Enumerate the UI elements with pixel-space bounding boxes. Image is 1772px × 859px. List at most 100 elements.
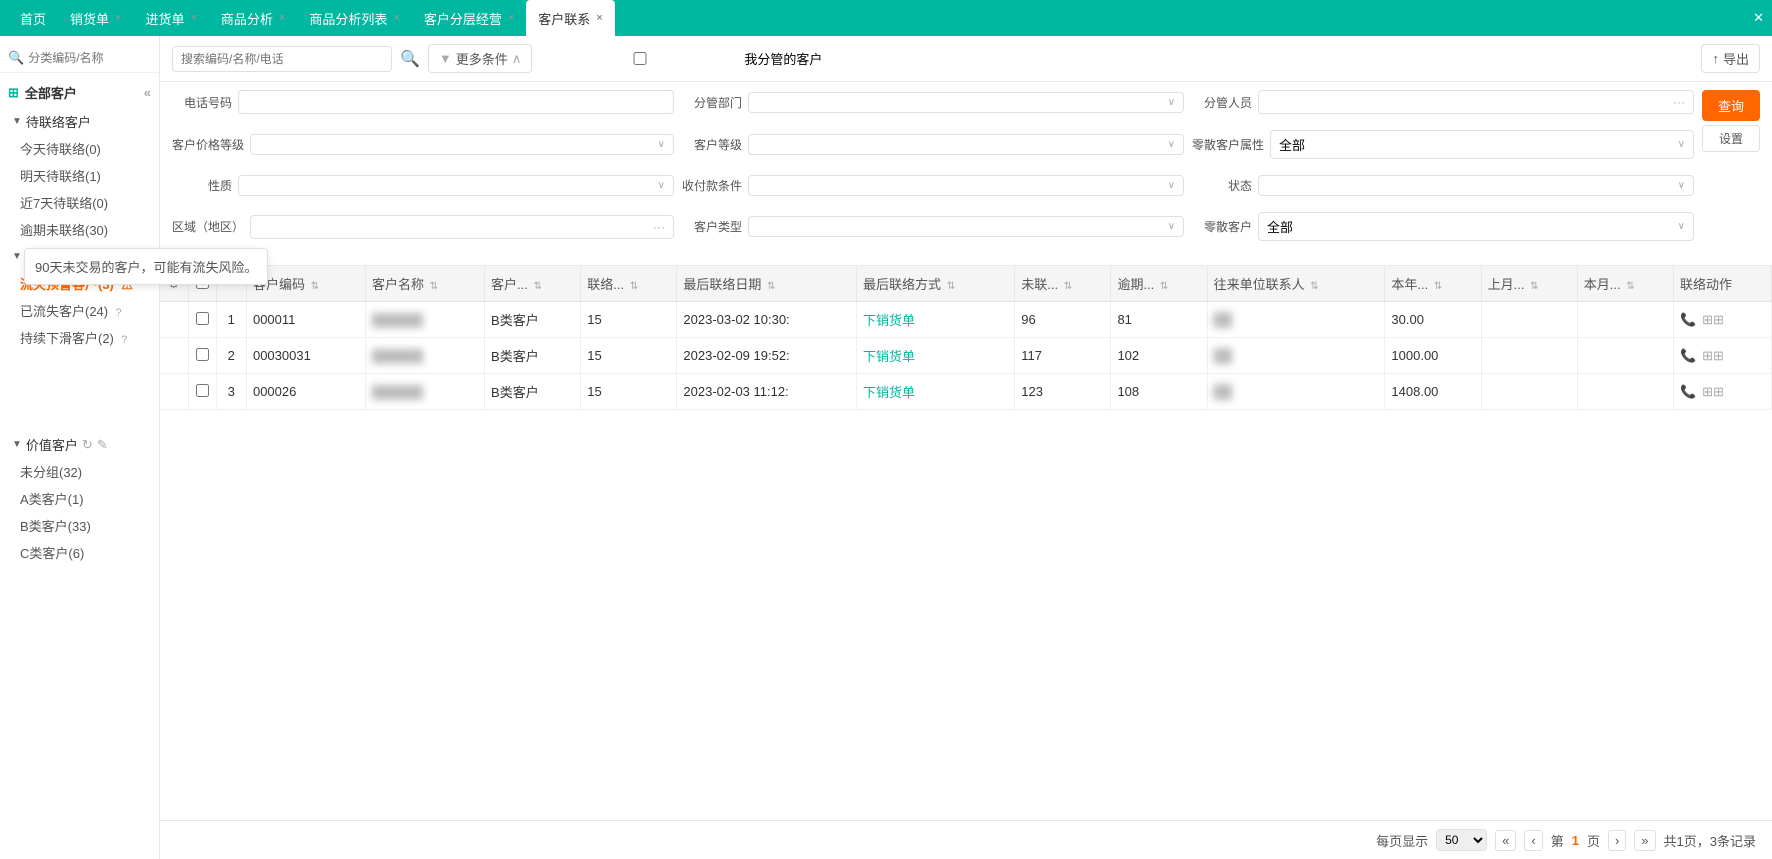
row-method-2[interactable]: 下销货单 — [857, 374, 1015, 410]
nav-item-purchase[interactable]: 进货单 × — [133, 0, 208, 36]
row-action-1[interactable]: 📞 ⊞⊞ — [1673, 338, 1771, 374]
price-grade-select[interactable]: ∨ — [250, 134, 674, 155]
action-phone-icon[interactable]: 📞 — [1680, 348, 1696, 364]
sidebar-item-declining[interactable]: 持续下滑客户(2) ? — [0, 324, 159, 351]
sidebar-item-today-pending[interactable]: 今天待联络(0) — [0, 135, 159, 162]
nav-item-sales[interactable]: 销货单 × — [58, 0, 133, 36]
filter-action-buttons: 查询 设置 — [1702, 90, 1760, 152]
edit-icon[interactable]: ✎ — [97, 437, 108, 453]
settings-button[interactable]: 设置 — [1702, 125, 1760, 152]
sidebar-item-unclassified[interactable]: 未分组(32) — [0, 458, 159, 485]
sidebar-item-tomorrow-pending[interactable]: 明天待联络(1) — [0, 162, 159, 189]
manager-dots[interactable]: ··· — [1258, 90, 1694, 114]
section-value-customers[interactable]: ▼ 价值客户 ↻ ✎ — [0, 431, 159, 458]
next-page-button[interactable]: › — [1608, 830, 1626, 851]
search-icon[interactable]: 🔍 — [400, 49, 420, 69]
close-customer-tier-icon[interactable]: × — [508, 12, 514, 24]
col-year-amount[interactable]: 本年... ⇅ — [1385, 266, 1481, 302]
sidebar-item-churned[interactable]: 已流失客户(24) ? — [0, 297, 159, 324]
nature-field: 性质 ∨ — [172, 175, 674, 196]
prev-page-button[interactable]: ‹ — [1524, 830, 1542, 851]
row-tmonth-1 — [1577, 338, 1673, 374]
sidebar-item-7days-pending[interactable]: 近7天待联络(0) — [0, 189, 159, 216]
my-customers-checkbox-label[interactable]: 我分管的客户 — [540, 49, 822, 68]
retail-customer-select[interactable]: 全部 ∨ — [1258, 212, 1694, 241]
more-conditions-button[interactable]: ▼ 更多条件 ∧ — [428, 44, 532, 73]
chevron-retail-icon: ∨ — [1678, 139, 1685, 150]
nature-select[interactable]: ∨ — [238, 175, 674, 196]
row-name-0: ██████ — [366, 302, 485, 338]
close-purchase-icon[interactable]: × — [190, 12, 196, 24]
col-grade[interactable]: 客户... ⇅ — [485, 266, 581, 302]
phone-input[interactable] — [238, 90, 674, 114]
action-more-icon[interactable]: ⊞⊞ — [1702, 312, 1724, 328]
customer-grade-select[interactable]: ∨ — [748, 134, 1184, 155]
nav-item-home[interactable]: 首页 — [8, 0, 58, 36]
row-method-0[interactable]: 下销货单 — [857, 302, 1015, 338]
col-contact-count[interactable]: 联络... ⇅ — [581, 266, 677, 302]
refresh-icon[interactable]: ↻ — [82, 437, 93, 453]
col-contact-person[interactable]: 往来单位联系人 ⇅ — [1207, 266, 1385, 302]
action-phone-icon[interactable]: 📞 — [1680, 384, 1696, 400]
status-select[interactable]: ∨ — [1258, 175, 1694, 196]
section-pending-contact[interactable]: ▼ 待联络客户 — [0, 108, 159, 135]
action-phone-icon[interactable]: 📞 — [1680, 312, 1696, 328]
sidebar-item-a-class[interactable]: A类客户(1) — [0, 485, 159, 512]
col-last-method[interactable]: 最后联络方式 ⇅ — [857, 266, 1015, 302]
row-settings-2 — [160, 374, 188, 410]
sidebar-search-input[interactable] — [28, 51, 151, 65]
customer-type-select[interactable]: ∨ — [748, 216, 1184, 237]
col-overdue[interactable]: 逾期... ⇅ — [1111, 266, 1207, 302]
close-product-analysis-icon[interactable]: × — [279, 12, 285, 24]
churn-tooltip: 90天未交易的客户，可能有流失风险。 — [24, 248, 160, 285]
sidebar-item-c-class[interactable]: C类客户(6) — [0, 539, 159, 566]
chevron-grade-icon: ∨ — [658, 139, 665, 150]
col-this-month[interactable]: 本月... ⇅ — [1577, 266, 1673, 302]
row-check-0[interactable] — [196, 312, 209, 325]
filter-row-2: 客户价格等级 ∨ 客户等级 ∨ — [172, 130, 1694, 159]
row-check-2[interactable] — [196, 384, 209, 397]
region-dots[interactable]: ··· — [250, 215, 674, 239]
customer-table-container: ⚙ 客户编码 ⇅ 客户名称 ⇅ — [160, 266, 1772, 820]
col-uncontacted[interactable]: 未联... ⇅ — [1015, 266, 1111, 302]
sidebar-all-customers[interactable]: ⊞ 全部客户 « — [0, 77, 159, 108]
row-action-0[interactable]: 📞 ⊞⊞ — [1673, 302, 1771, 338]
row-method-1[interactable]: 下销货单 — [857, 338, 1015, 374]
col-last-date[interactable]: 最后联络日期 ⇅ — [677, 266, 857, 302]
search-input[interactable] — [172, 46, 392, 72]
close-sales-icon[interactable]: × — [115, 12, 121, 24]
col-action: 联络动作 — [1673, 266, 1771, 302]
triangle-icon-3: ▼ — [12, 439, 22, 450]
sidebar-search-icon: 🔍 — [8, 50, 24, 66]
action-more-icon[interactable]: ⊞⊞ — [1702, 348, 1724, 364]
close-product-list-icon[interactable]: × — [393, 12, 399, 24]
close-all-button[interactable]: ✕ — [1753, 9, 1764, 27]
nav-item-customer-contact[interactable]: 客户联系 × — [526, 0, 614, 36]
row-person-2: ██ — [1207, 374, 1385, 410]
export-button[interactable]: ↑ 导出 — [1701, 44, 1760, 73]
sidebar: 🔍 ⊞ 全部客户 « ▼ 待联络客户 今天待联络(0) 明天待联络(1) 近7天… — [0, 36, 160, 859]
dept-select[interactable]: ∨ — [748, 92, 1184, 113]
nav-item-product-analysis[interactable]: 商品分析 × — [209, 0, 297, 36]
per-page-select[interactable]: 50 100 — [1436, 829, 1487, 851]
dept-field: 分管部门 ∨ — [682, 92, 1184, 113]
row-action-2[interactable]: 📞 ⊞⊞ — [1673, 374, 1771, 410]
action-more-icon[interactable]: ⊞⊞ — [1702, 384, 1724, 400]
nav-item-product-list[interactable]: 商品分析列表 × — [297, 0, 411, 36]
sort-date-icon: ⇅ — [767, 281, 775, 292]
sidebar-item-b-class[interactable]: B类客户(33) — [0, 512, 159, 539]
sort-grade-icon: ⇅ — [534, 281, 542, 292]
row-check-1[interactable] — [196, 348, 209, 361]
sidebar-item-overdue-contact[interactable]: 逾期未联络(30) — [0, 216, 159, 243]
payment-select[interactable]: ∨ — [748, 175, 1184, 196]
my-customers-checkbox[interactable] — [540, 52, 740, 65]
retail-attr-select[interactable]: 全部 ∨ — [1270, 130, 1694, 159]
col-name[interactable]: 客户名称 ⇅ — [366, 266, 485, 302]
close-customer-contact-icon[interactable]: × — [596, 12, 602, 24]
chevron-status-icon: ∨ — [1678, 180, 1685, 191]
query-button[interactable]: 查询 — [1702, 90, 1760, 121]
nav-item-customer-tier[interactable]: 客户分层经营 × — [412, 0, 526, 36]
col-last-month[interactable]: 上月... ⇅ — [1481, 266, 1577, 302]
first-page-button[interactable]: « — [1495, 830, 1516, 851]
last-page-button[interactable]: » — [1634, 830, 1655, 851]
